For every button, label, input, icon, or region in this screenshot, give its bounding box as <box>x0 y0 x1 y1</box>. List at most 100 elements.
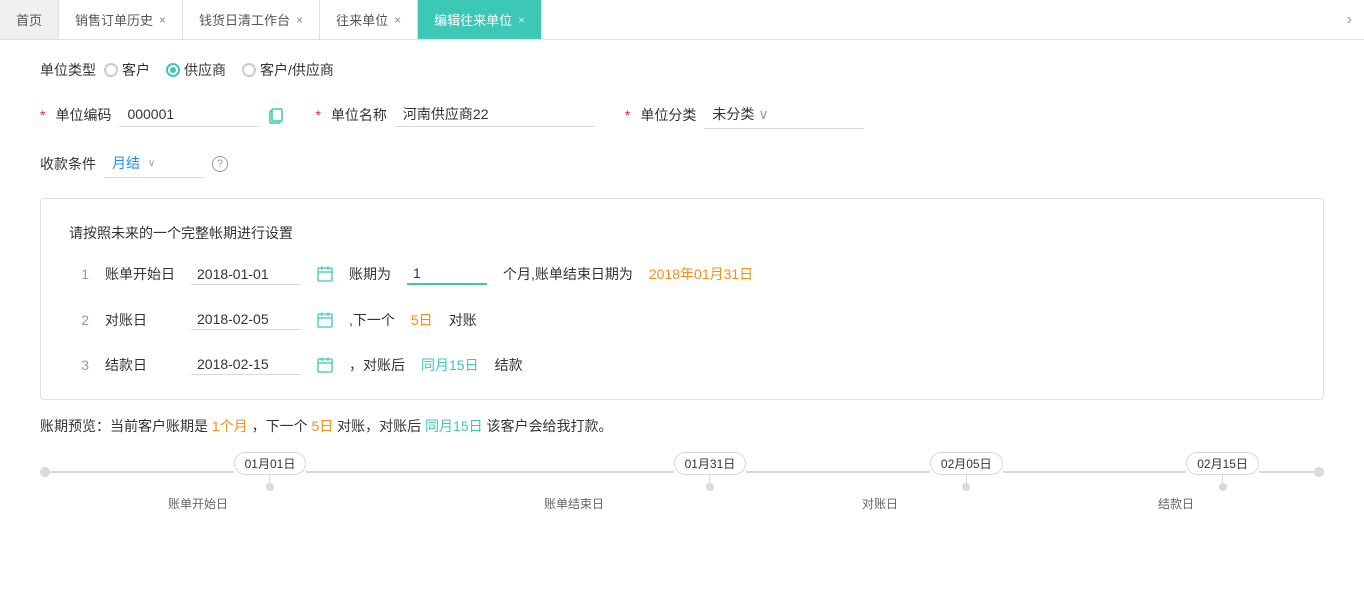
payment-terms-row: 收款条件 月结 ∨ ? <box>40 149 1324 178</box>
payment-terms-select[interactable]: 月结 ∨ <box>104 149 204 178</box>
timeline-line-down-2 <box>709 475 710 483</box>
timeline-labels: 账单开始日 账单结束日 对账日 结款日 <box>40 491 1324 512</box>
tab-close-sales-history[interactable]: × <box>159 13 166 27</box>
unit-class-label: 单位分类 <box>640 105 696 125</box>
timeline-start-dot <box>40 467 50 477</box>
reconcile-date-cal-icon[interactable] <box>317 312 333 328</box>
tab-edit-partner[interactable]: 编辑往来单位 × <box>418 0 542 39</box>
preview-sep2: 对账，对账后 <box>337 418 421 434</box>
unit-name-star: * <box>315 107 320 123</box>
start-date-input[interactable] <box>191 264 301 285</box>
radio-customer-circle <box>104 63 118 77</box>
timeline-wrapper: 01月01日 01月31日 02月05日 02月15日 <box>40 444 1324 491</box>
timeline-badge-2: 01月31日 <box>674 452 747 475</box>
timeline-circle-3 <box>962 483 970 491</box>
unit-name-group: * 单位名称 <box>315 102 594 127</box>
unit-class-star: * <box>625 107 630 123</box>
timeline-line-5 <box>1259 471 1314 473</box>
timeline-point-2: 01月31日 <box>674 452 747 491</box>
timeline-line-down-3 <box>966 475 967 483</box>
timeline-end-dot <box>1314 467 1324 477</box>
period-unit-text: 个月,账单结束日期为 <box>503 264 633 284</box>
unit-code-label: 单位编码 <box>55 105 111 125</box>
unit-class-select[interactable]: 未分类 ∨ <box>704 100 864 129</box>
timeline-line-down-1 <box>269 475 270 483</box>
unit-code-star: * <box>40 107 45 123</box>
timeline-line-down-4 <box>1222 475 1223 483</box>
radio-customer[interactable]: 客户 <box>104 60 150 80</box>
row-label-1: 账单开始日 <box>105 264 175 284</box>
settings-row-1: 1 账单开始日 账期为 个月,账单结束日期为 2018年01月31日 <box>69 263 1295 285</box>
timeline-line-3 <box>746 471 930 473</box>
payment-terms-arrow: ∨ <box>148 158 155 169</box>
payment-date-cal-icon[interactable] <box>317 357 333 373</box>
radio-supplier-circle <box>166 63 180 77</box>
unit-info-row: * 单位编码 * 单位名称 * 单位分类 未分类 ∨ <box>40 100 1324 129</box>
timeline-point-4: 02月15日 <box>1186 452 1259 491</box>
period-label: 账期为 <box>349 264 391 284</box>
timeline-point-3: 02月05日 <box>930 452 1003 491</box>
start-date-cal-icon[interactable] <box>317 266 333 282</box>
row-number-3: 3 <box>69 357 89 373</box>
unit-type-group: 单位类型 客户 供应商 客户/供应商 <box>40 60 334 80</box>
period-end-date: 2018年01月31日 <box>649 264 753 284</box>
preview-part1: 1个月 <box>212 418 248 434</box>
timeline-label-3: 对账日 <box>850 495 910 512</box>
unit-class-group: * 单位分类 未分类 ∨ <box>625 100 864 129</box>
payment-terms-group: 收款条件 月结 ∨ ? <box>40 149 228 178</box>
timeline-line-4 <box>1003 471 1187 473</box>
preview-sep1: ，下一个 <box>252 418 308 434</box>
tab-sales-history[interactable]: 销售订单历史 × <box>59 0 183 39</box>
reconcile-desc-after: 对账 <box>449 310 477 330</box>
preview-suffix: 该客户会给我打款。 <box>487 418 613 434</box>
row-number-1: 1 <box>69 266 89 282</box>
payment-date-input[interactable] <box>191 354 301 375</box>
reconcile-desc-before: ,下一个 <box>349 310 395 330</box>
unit-code-copy-icon[interactable] <box>267 106 285 124</box>
unit-type-row: 单位类型 客户 供应商 客户/供应商 <box>40 60 1324 80</box>
radio-both-circle <box>242 63 256 77</box>
preview-part3: 同月15日 <box>425 418 483 434</box>
tab-bar: 首页 销售订单历史 × 钱货日清工作台 × 往来单位 × 编辑往来单位 × › <box>0 0 1364 40</box>
radio-supplier[interactable]: 供应商 <box>166 60 226 80</box>
tab-close-cash-work[interactable]: × <box>296 13 303 27</box>
settings-card: 请按照未来的一个完整帐期进行设置 1 账单开始日 账期为 个月,账单结束日期为 … <box>40 198 1324 400</box>
unit-type-label: 单位类型 <box>40 60 96 80</box>
timeline-badge-3: 02月05日 <box>930 452 1003 475</box>
row-number-2: 2 <box>69 312 89 328</box>
tab-home[interactable]: 首页 <box>0 0 59 39</box>
tab-more-button[interactable]: › <box>1335 0 1364 39</box>
payment-desc-after: 结款 <box>495 355 523 375</box>
unit-type-radios: 客户 供应商 客户/供应商 <box>104 60 334 80</box>
row-label-3: 结款日 <box>105 355 175 375</box>
tab-close-partner-unit[interactable]: × <box>394 13 401 27</box>
row-label-2: 对账日 <box>105 310 175 330</box>
unit-name-label: 单位名称 <box>331 105 387 125</box>
unit-class-value: 未分类 <box>712 104 754 124</box>
radio-both[interactable]: 客户/供应商 <box>242 60 334 80</box>
period-input[interactable] <box>407 263 487 285</box>
timeline-line-1 <box>50 471 234 473</box>
tab-close-edit-partner[interactable]: × <box>518 13 525 27</box>
tab-partner-unit[interactable]: 往来单位 × <box>320 0 418 39</box>
tab-cash-work[interactable]: 钱货日清工作台 × <box>183 0 320 39</box>
settings-row-2: 2 对账日 ,下一个 5日 对账 <box>69 309 1295 330</box>
unit-code-input[interactable] <box>119 102 259 127</box>
timeline-line-2 <box>306 471 673 473</box>
reconcile-date-input[interactable] <box>191 309 301 330</box>
preview-section: 账期预览：当前客户账期是 1个月 ，下一个 5日 对账，对账后 同月15日 该客… <box>40 400 1324 444</box>
timeline-badge-4: 02月15日 <box>1186 452 1259 475</box>
unit-name-input[interactable] <box>395 102 595 127</box>
settings-row-3: 3 结款日 ，对账后 同月15日 结款 <box>69 354 1295 375</box>
reconcile-highlight: 5日 <box>411 310 433 330</box>
timeline-label-1: 账单开始日 <box>158 495 238 512</box>
preview-label: 账期预览：当前客户账期是 <box>40 418 208 434</box>
timeline-label-4: 结款日 <box>1146 495 1206 512</box>
payment-highlight: 同月15日 <box>421 355 479 375</box>
timeline-badge-1: 01月01日 <box>234 452 307 475</box>
settings-title: 请按照未来的一个完整帐期进行设置 <box>69 223 1295 243</box>
payment-desc-before: ，对账后 <box>349 355 405 375</box>
payment-terms-label: 收款条件 <box>40 154 96 174</box>
timeline-circle-4 <box>1219 483 1227 491</box>
help-icon[interactable]: ? <box>212 156 228 172</box>
